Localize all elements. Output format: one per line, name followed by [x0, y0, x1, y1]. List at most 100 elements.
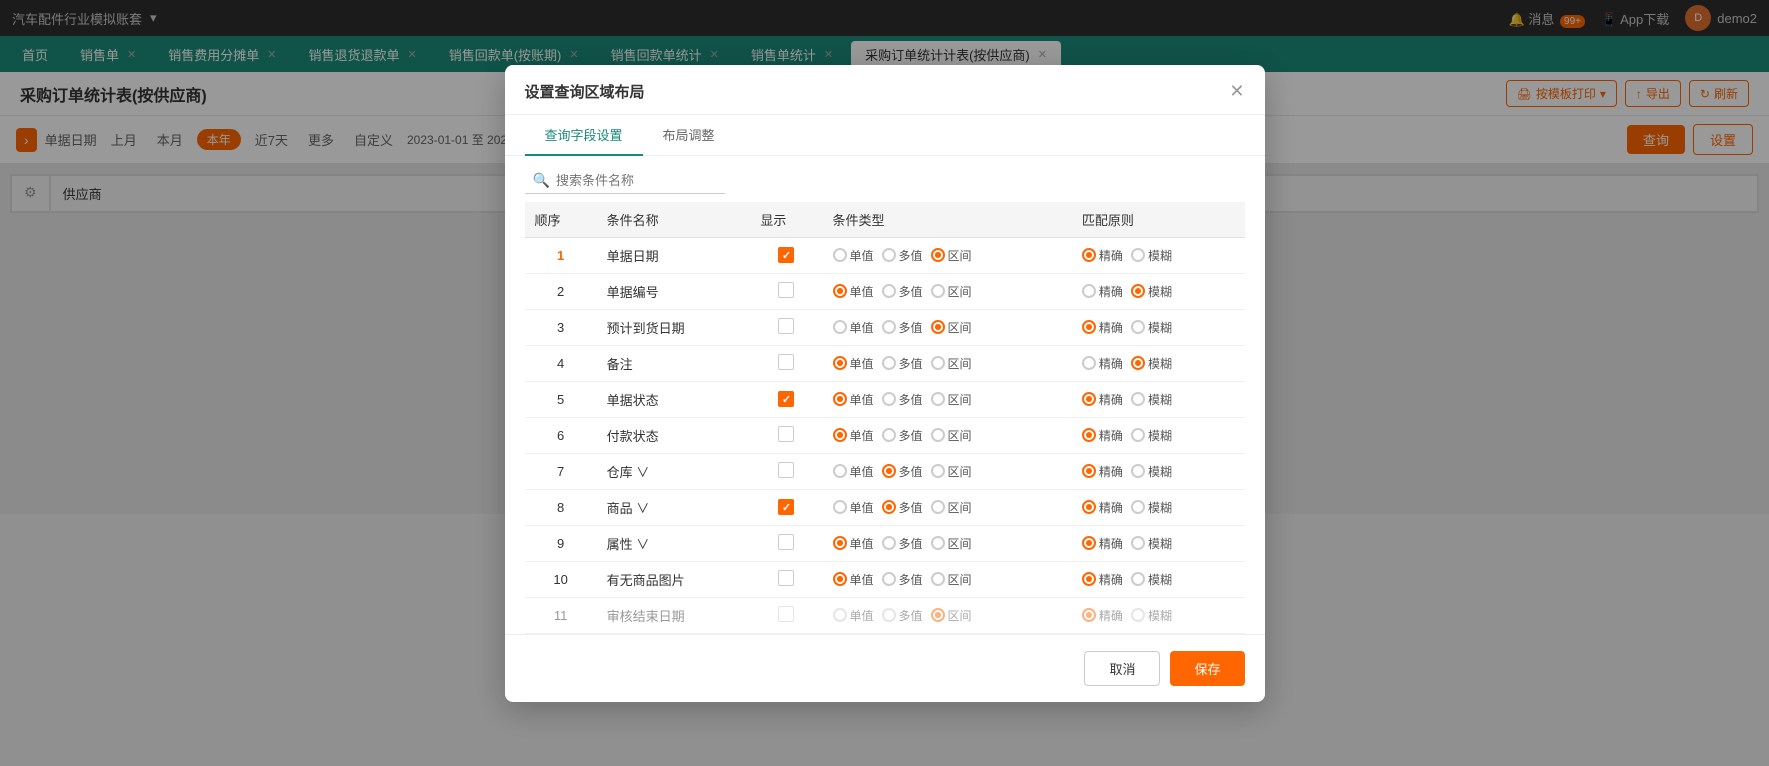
radio-label: 单值 [850, 463, 874, 480]
cell-match: 精确模糊 [1072, 309, 1245, 345]
radio-dot [1131, 536, 1145, 550]
match-radio-模糊[interactable]: 模糊 [1131, 427, 1172, 444]
match-radio-模糊[interactable]: 模糊 [1131, 355, 1172, 372]
type-radio-区间[interactable]: 区间 [931, 283, 972, 300]
tab-layout-adjust[interactable]: 布局调整 [643, 115, 735, 156]
search-input-wrap: 🔍 [525, 168, 725, 194]
radio-label: 区间 [948, 499, 972, 516]
cell-match: 精确模糊 [1072, 345, 1245, 381]
match-radio-精确[interactable]: 精确 [1082, 319, 1123, 336]
type-radio-多值[interactable]: 多值 [882, 319, 923, 336]
type-radio-多值[interactable]: 多值 [882, 427, 923, 444]
show-checkbox[interactable] [778, 606, 794, 622]
radio-dot [833, 392, 847, 406]
type-radio-多值[interactable]: 多值 [882, 283, 923, 300]
show-checkbox[interactable]: ✓ [778, 499, 794, 515]
radio-dot [931, 320, 945, 334]
type-radio-单值[interactable]: 单值 [833, 463, 874, 480]
match-radio-精确[interactable]: 精确 [1082, 463, 1123, 480]
type-radio-单值[interactable]: 单值 [833, 427, 874, 444]
match-radio-精确[interactable]: 精确 [1082, 535, 1123, 552]
save-button[interactable]: 保存 [1170, 651, 1244, 686]
type-radio-区间[interactable]: 区间 [931, 355, 972, 372]
type-radio-多值[interactable]: 多值 [882, 571, 923, 588]
cell-type: 单值多值区间 [823, 453, 1072, 489]
show-checkbox[interactable] [778, 462, 794, 478]
modal-overlay[interactable]: 设置查询区域布局 ✕ 查询字段设置 布局调整 🔍 顺序 条件名称 显示 [0, 0, 1769, 766]
match-radio-模糊[interactable]: 模糊 [1131, 319, 1172, 336]
radio-label: 精确 [1099, 463, 1123, 480]
type-radio-单值[interactable]: 单值 [833, 391, 874, 408]
show-checkbox[interactable] [778, 282, 794, 298]
modal-close-button[interactable]: ✕ [1229, 81, 1244, 102]
show-checkbox[interactable] [778, 318, 794, 334]
type-radio-单值[interactable]: 单值 [833, 355, 874, 372]
match-radio-模糊[interactable]: 模糊 [1131, 463, 1172, 480]
table-row: 11审核结束日期单值多值区间精确模糊 [525, 597, 1245, 633]
type-radio-单值[interactable]: 单值 [833, 319, 874, 336]
cell-type: 单值多值区间 [823, 381, 1072, 417]
type-radio-区间[interactable]: 区间 [931, 391, 972, 408]
match-radio-模糊[interactable]: 模糊 [1131, 247, 1172, 264]
type-radio-多值[interactable]: 多值 [882, 499, 923, 516]
cell-type: 单值多值区间 [823, 561, 1072, 597]
show-checkbox[interactable]: ✓ [778, 391, 794, 407]
type-radio-多值[interactable]: 多值 [882, 391, 923, 408]
type-radio-单值[interactable]: 单值 [833, 283, 874, 300]
cancel-button[interactable]: 取消 [1084, 651, 1160, 686]
radio-label: 单值 [850, 391, 874, 408]
match-radio-模糊[interactable]: 模糊 [1131, 535, 1172, 552]
type-radio-多值[interactable]: 多值 [882, 355, 923, 372]
match-radio-精确[interactable]: 精确 [1082, 247, 1123, 264]
type-radio-单值[interactable]: 单值 [833, 571, 874, 588]
show-checkbox[interactable] [778, 354, 794, 370]
type-radio-区间[interactable]: 区间 [931, 607, 972, 624]
type-radio-区间[interactable]: 区间 [931, 319, 972, 336]
type-radio-区间[interactable]: 区间 [931, 247, 972, 264]
radio-dot [882, 392, 896, 406]
type-radio-单值[interactable]: 单值 [833, 247, 874, 264]
match-radio-精确[interactable]: 精确 [1082, 499, 1123, 516]
match-radio-精确[interactable]: 精确 [1082, 283, 1123, 300]
match-radio-模糊[interactable]: 模糊 [1131, 391, 1172, 408]
match-radio-模糊[interactable]: 模糊 [1131, 283, 1172, 300]
show-checkbox[interactable] [778, 534, 794, 550]
type-radio-单值[interactable]: 单值 [833, 535, 874, 552]
match-radio-模糊[interactable]: 模糊 [1131, 571, 1172, 588]
type-radio-区间[interactable]: 区间 [931, 427, 972, 444]
radio-label: 区间 [948, 283, 972, 300]
tab-query-fields[interactable]: 查询字段设置 [525, 115, 643, 156]
match-radio-精确[interactable]: 精确 [1082, 391, 1123, 408]
cell-condition-name: 仓库 ∨ [597, 453, 751, 489]
search-area: 🔍 [505, 156, 1265, 202]
radio-dot [1131, 284, 1145, 298]
radio-dot [833, 356, 847, 370]
radio-dot [931, 356, 945, 370]
type-radio-多值[interactable]: 多值 [882, 607, 923, 624]
match-radio-精确[interactable]: 精确 [1082, 607, 1123, 624]
show-checkbox[interactable] [778, 426, 794, 442]
show-checkbox[interactable] [778, 570, 794, 586]
type-radio-区间[interactable]: 区间 [931, 499, 972, 516]
match-radio-精确[interactable]: 精确 [1082, 571, 1123, 588]
match-radio-模糊[interactable]: 模糊 [1131, 499, 1172, 516]
cell-type: 单值多值 区间 [823, 273, 1072, 309]
search-input[interactable] [556, 173, 716, 188]
cell-order: 4 [525, 345, 597, 381]
table-row: 6付款状态单值多值区间精确模糊 [525, 417, 1245, 453]
radio-dot [833, 608, 847, 622]
match-radio-精确[interactable]: 精确 [1082, 427, 1123, 444]
show-checkbox[interactable]: ✓ [778, 247, 794, 263]
match-radio-精确[interactable]: 精确 [1082, 355, 1123, 372]
match-radio-模糊[interactable]: 模糊 [1131, 607, 1172, 624]
type-radio-单值[interactable]: 单值 [833, 499, 874, 516]
type-radio-区间[interactable]: 区间 [931, 571, 972, 588]
type-radio-区间[interactable]: 区间 [931, 463, 972, 480]
type-radio-多值[interactable]: 多值 [882, 247, 923, 264]
radio-label: 多值 [899, 499, 923, 516]
radio-label: 多值 [899, 319, 923, 336]
type-radio-多值[interactable]: 多值 [882, 535, 923, 552]
type-radio-区间[interactable]: 区间 [931, 535, 972, 552]
type-radio-多值[interactable]: 多值 [882, 463, 923, 480]
type-radio-单值[interactable]: 单值 [833, 607, 874, 624]
